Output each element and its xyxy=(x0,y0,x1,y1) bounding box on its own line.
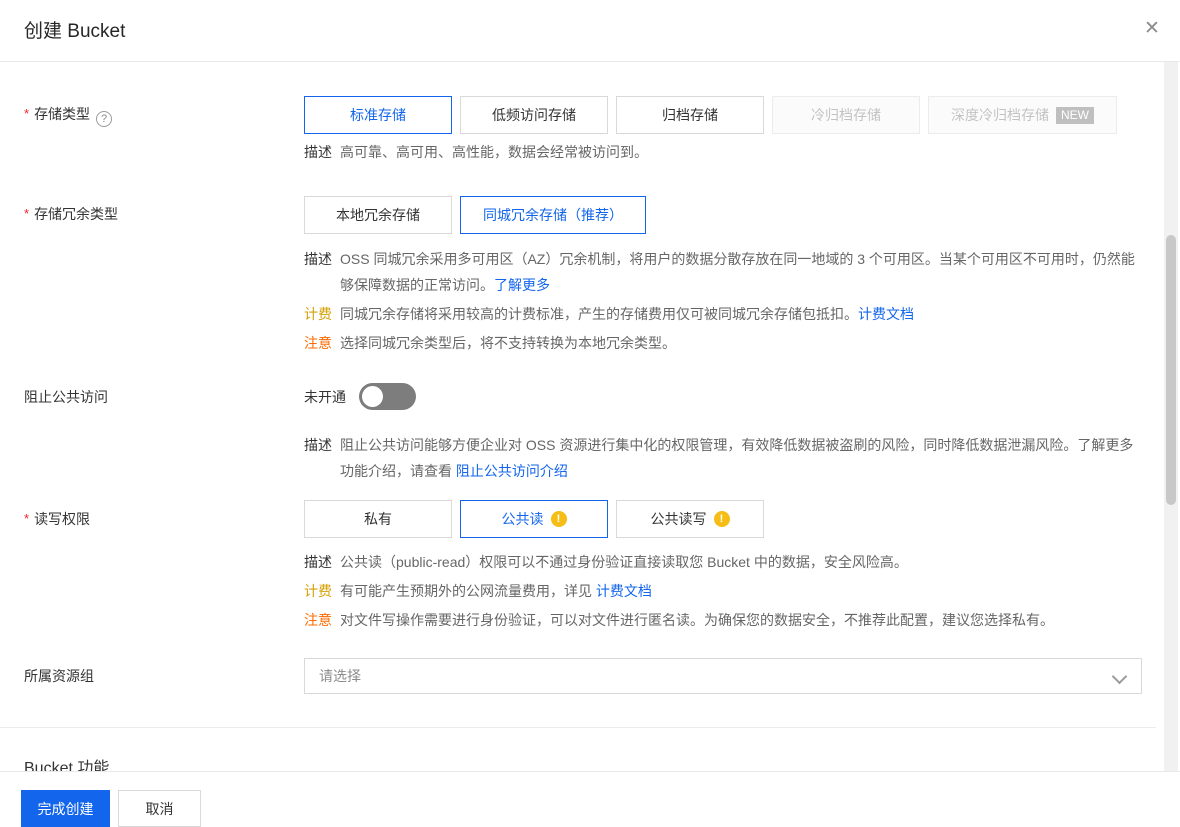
redundancy-options: 本地冗余存储 同城冗余存储（推荐） xyxy=(304,196,646,234)
warning-icon: ! xyxy=(713,511,730,527)
storage-type-options: 标准存储 低频访问存储 归档存储 冷归档存储 深度冷归档存储 NEW xyxy=(304,96,1117,134)
section-divider xyxy=(0,727,1156,728)
note-tag: 计费 xyxy=(304,583,332,599)
note-billing: 计费 有可能产生预期外的公网流量费用，详见 计费文档 xyxy=(304,578,1140,604)
block-public-access-label: 阻止公共访问 xyxy=(24,387,108,407)
note-desc: 描述 阻止公共访问能够方便企业对 OSS 资源进行集中化的权限管理，有效降低数据… xyxy=(304,432,1140,484)
note-text: 阻止公共访问能够方便企业对 OSS 资源进行集中化的权限管理，有效降低数据被盗刷… xyxy=(340,432,1140,484)
option-label: 本地冗余存储 xyxy=(336,207,420,223)
note-tag: 描述 xyxy=(304,251,332,267)
option-label: 同城冗余存储（推荐） xyxy=(483,207,623,223)
option-label: 冷归档存储 xyxy=(811,107,881,123)
option-label: 标准存储 xyxy=(350,107,406,123)
billing-doc-link[interactable]: 计费文档 xyxy=(596,583,652,599)
acl-notes: 描述 公共读（public-read）权限可以不通过身份验证直接读取您 Buck… xyxy=(304,549,1140,633)
option-private[interactable]: 私有 xyxy=(304,500,452,538)
option-label: 公共读 xyxy=(501,511,544,527)
option-cold-archive-storage: 冷归档存储 xyxy=(772,96,920,134)
note-notice: 注意 选择同城冗余类型后，将不支持转换为本地冗余类型。 xyxy=(304,330,1140,356)
option-label: 公共读写 xyxy=(650,511,707,527)
block-public-access-control: 未开通 xyxy=(304,383,416,410)
close-icon[interactable]: ✕ xyxy=(1138,14,1166,42)
note-desc: 描述 高可靠、高可用、高性能，数据会经常被访问到。 xyxy=(304,139,1140,165)
option-deep-cold-archive-storage: 深度冷归档存储 NEW xyxy=(928,96,1117,134)
submit-button[interactable]: 完成创建 xyxy=(21,790,110,827)
option-public-read-write[interactable]: 公共读写 ! xyxy=(616,500,764,538)
required-asterisk: * xyxy=(24,206,30,221)
cancel-button[interactable]: 取消 xyxy=(118,790,201,827)
learn-more-link[interactable]: 了解更多 xyxy=(494,277,550,293)
note-tag: 注意 xyxy=(304,612,332,628)
note-text-body: OSS 同城冗余采用多可用区（AZ）冗余机制，将用户的数据分散存放在同一地域的 … xyxy=(340,251,1135,293)
note-text: 同城冗余存储将采用较高的计费标准，产生的存储费用仅可被同城冗余存储包抵扣。计费文… xyxy=(340,301,914,327)
acl-label-text: 读写权限 xyxy=(34,511,91,527)
note-text: 对文件写操作需要进行身份验证，可以对文件进行匿名读。为确保您的数据安全，不推荐此… xyxy=(340,612,1054,628)
option-archive-storage[interactable]: 归档存储 xyxy=(616,96,764,134)
option-label: 低频访问存储 xyxy=(492,107,576,123)
block-public-access-label-text: 阻止公共访问 xyxy=(24,389,108,405)
redundancy-notes: 描述 OSS 同城冗余采用多可用区（AZ）冗余机制，将用户的数据分散存放在同一地… xyxy=(304,246,1140,356)
note-desc: 描述 OSS 同城冗余采用多可用区（AZ）冗余机制，将用户的数据分散存放在同一地… xyxy=(304,246,1140,298)
note-tag: 描述 xyxy=(304,144,332,160)
billing-doc-link[interactable]: 计费文档 xyxy=(858,306,914,322)
option-label: 私有 xyxy=(364,511,392,527)
note-text-body: 同城冗余存储将采用较高的计费标准，产生的存储费用仅可被同城冗余存储包抵扣。 xyxy=(340,306,858,322)
storage-type-notes: 描述 高可靠、高可用、高性能，数据会经常被访问到。 xyxy=(304,139,1140,165)
toggle-knob xyxy=(362,386,383,407)
select-placeholder: 请选择 xyxy=(319,668,361,684)
note-tag: 计费 xyxy=(304,306,332,322)
resource-group-label-text: 所属资源组 xyxy=(24,668,94,684)
option-standard-storage[interactable]: 标准存储 xyxy=(304,96,452,134)
note-tag: 描述 xyxy=(304,437,332,453)
note-text: 选择同城冗余类型后，将不支持转换为本地冗余类型。 xyxy=(340,335,676,351)
option-label: 归档存储 xyxy=(662,107,718,123)
note-text: 高可靠、高可用、高性能，数据会经常被访问到。 xyxy=(340,144,648,160)
resource-group-label: 所属资源组 xyxy=(24,666,94,686)
acl-label: * 读写权限 xyxy=(24,509,90,529)
option-ia-storage[interactable]: 低频访问存储 xyxy=(460,96,608,134)
note-tag: 描述 xyxy=(304,554,332,570)
block-public-access-intro-link[interactable]: 阻止公共访问介绍 xyxy=(456,463,568,479)
note-text: 有可能产生预期外的公网流量费用，详见 计费文档 xyxy=(340,578,652,604)
required-asterisk: * xyxy=(24,106,30,121)
block-public-access-toggle[interactable] xyxy=(359,383,416,410)
chevron-down-icon xyxy=(1111,668,1128,685)
resource-group-select[interactable]: 请选择 xyxy=(304,658,1142,694)
note-notice: 注意 对文件写操作需要进行身份验证，可以对文件进行匿名读。为确保您的数据安全，不… xyxy=(304,607,1140,633)
option-public-read[interactable]: 公共读 ! xyxy=(460,500,608,538)
note-billing: 计费 同城冗余存储将采用较高的计费标准，产生的存储费用仅可被同城冗余存储包抵扣。… xyxy=(304,301,1140,327)
new-badge: NEW xyxy=(1056,106,1094,124)
storage-type-label: * 存储类型? xyxy=(24,104,113,127)
note-tag: 注意 xyxy=(304,335,332,351)
block-public-access-notes: 描述 阻止公共访问能够方便企业对 OSS 资源进行集中化的权限管理，有效降低数据… xyxy=(304,432,1140,484)
scrollbar-thumb[interactable] xyxy=(1166,235,1176,505)
toggle-state-label: 未开通 xyxy=(304,388,346,405)
dialog-header: 创建 Bucket ✕ xyxy=(0,0,1180,62)
option-zrs[interactable]: 同城冗余存储（推荐） xyxy=(460,196,646,234)
option-label: 深度冷归档存储 xyxy=(951,107,1049,123)
option-lrs[interactable]: 本地冗余存储 xyxy=(304,196,452,234)
note-text: 公共读（public-read）权限可以不通过身份验证直接读取您 Bucket … xyxy=(340,554,908,570)
warning-icon: ! xyxy=(550,511,567,527)
help-icon[interactable]: ? xyxy=(96,111,113,127)
note-desc: 描述 公共读（public-read）权限可以不通过身份验证直接读取您 Buck… xyxy=(304,549,1140,575)
storage-type-label-text: 存储类型 xyxy=(34,106,91,122)
dialog-title: 创建 Bucket xyxy=(24,21,126,42)
redundancy-label-text: 存储冗余类型 xyxy=(34,206,119,222)
note-text: OSS 同城冗余采用多可用区（AZ）冗余机制，将用户的数据分散存放在同一地域的 … xyxy=(340,246,1140,298)
acl-options: 私有 公共读 ! 公共读写 ! xyxy=(304,500,764,538)
redundancy-label: * 存储冗余类型 xyxy=(24,204,118,224)
note-text-body: 有可能产生预期外的公网流量费用，详见 xyxy=(340,583,596,599)
required-asterisk: * xyxy=(24,511,30,526)
